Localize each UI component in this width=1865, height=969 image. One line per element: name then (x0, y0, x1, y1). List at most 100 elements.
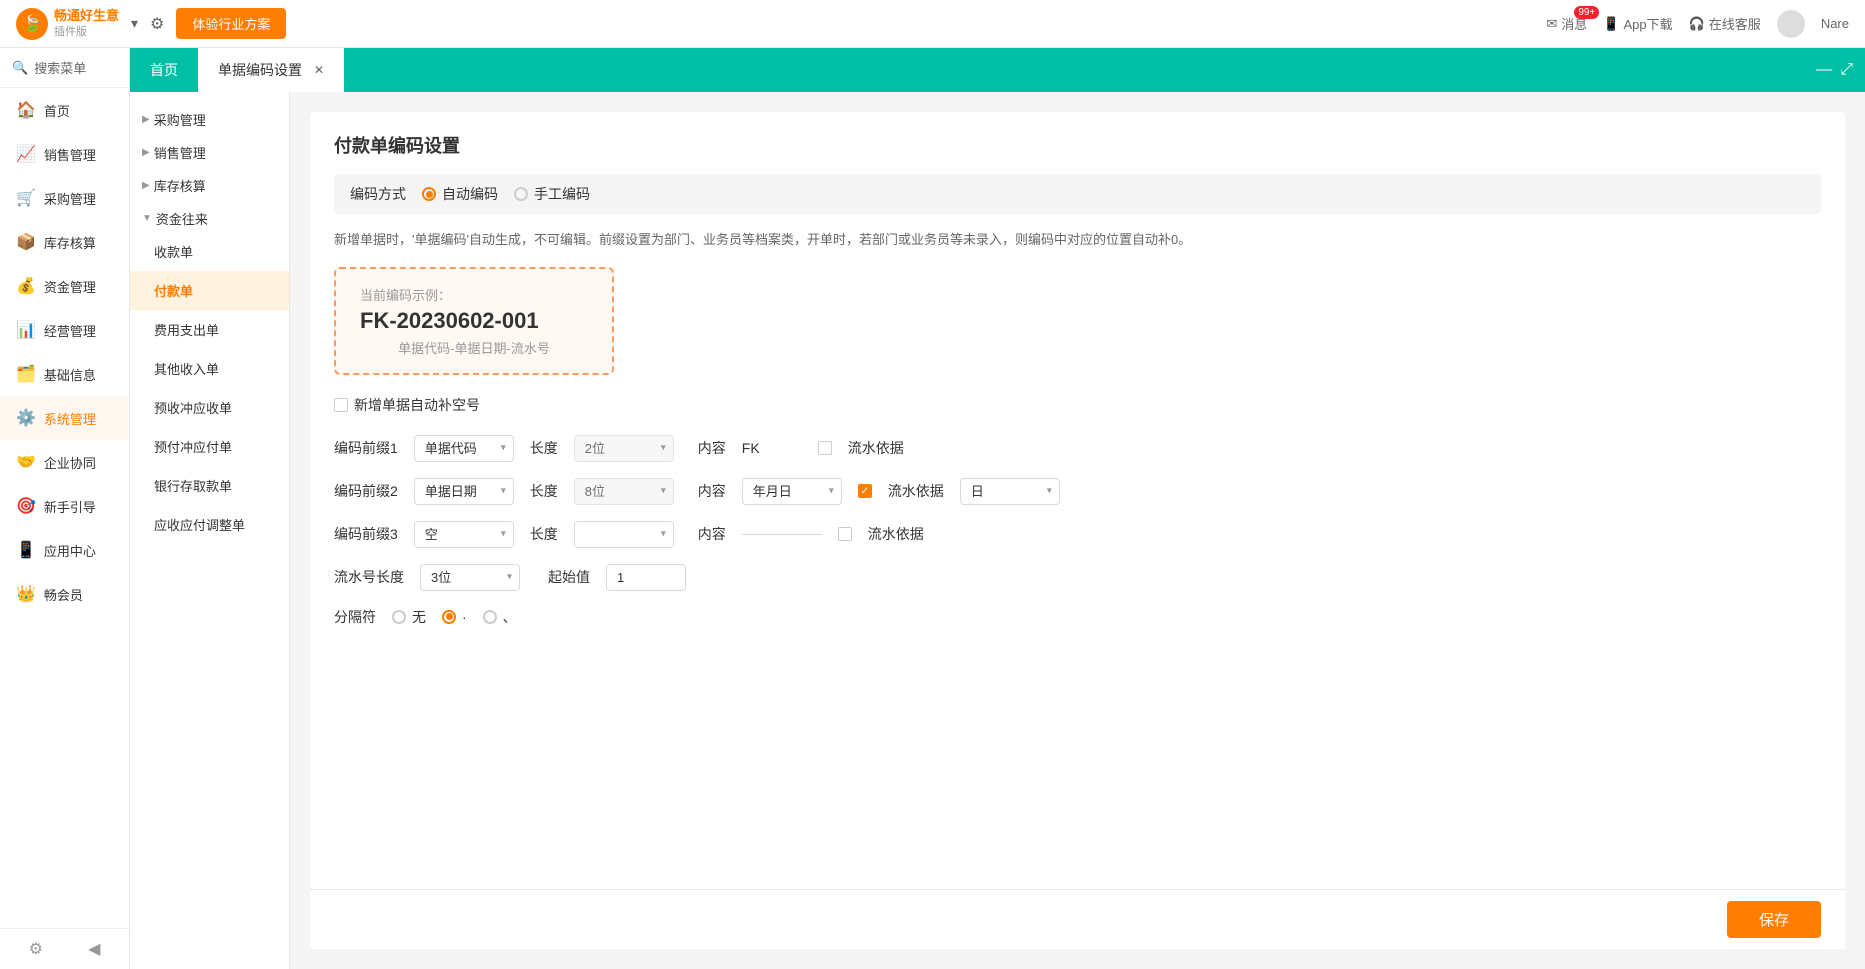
serial-start-input[interactable] (606, 564, 686, 591)
page-title: 付款单编码设置 (334, 132, 1821, 158)
user-name: Nare (1821, 16, 1849, 31)
auto-code-radio[interactable]: 自动编码 (422, 184, 498, 204)
tab-encoding[interactable]: 单据编码设置 ✕ (198, 48, 344, 92)
sidebar-item-system[interactable]: ⚙️ 系统管理 (0, 396, 129, 440)
sep-dash-radio[interactable]: 、 (483, 607, 517, 627)
sidebar-item-finance[interactable]: 💰 资金管理 (0, 264, 129, 308)
sub-item-adjust[interactable]: 应收应付调整单 (130, 505, 289, 544)
tab-home[interactable]: 首页 (130, 48, 198, 92)
search-label: 搜索菜单 (34, 58, 86, 77)
prefix3-length-select[interactable] (574, 521, 674, 548)
sub-group-purchase[interactable]: ▶ 采购管理 (130, 100, 289, 133)
sub-item-prepay-offset2-label: 预付冲应付单 (154, 437, 232, 456)
sidebar-label-enterprise: 企业协同 (44, 453, 96, 472)
sub-item-bank-label: 银行存取款单 (154, 476, 232, 495)
serial-length-row: 流水号长度 3位 ▾ 起始值 (334, 564, 1821, 591)
encoding-radio-group: 自动编码 手工编码 (422, 184, 590, 204)
content-area: 首页 单据编码设置 ✕ — ⤢ ▶ 采购管理 ▶ 销售管理 (130, 48, 1865, 969)
sub-item-prepay-offset2[interactable]: 预付冲应付单 (130, 427, 289, 466)
tab-maximize-icon[interactable]: ⤢ (1840, 61, 1853, 79)
sidebar-item-enterprise[interactable]: 🤝 企业协同 (0, 440, 129, 484)
sub-group-finance[interactable]: ▼ 资金往来 (130, 199, 289, 232)
sub-group-sales[interactable]: ▶ 销售管理 (130, 133, 289, 166)
prefix3-select-wrapper: 空 ▾ (414, 521, 514, 548)
online-service-area[interactable]: 🎧 在线客服 (1689, 14, 1761, 33)
prefix1-content-value: FK (742, 440, 802, 456)
sub-group-inventory[interactable]: ▶ 库存核算 (130, 166, 289, 199)
tab-close-icon[interactable]: ✕ (314, 63, 324, 77)
settings-bottom-icon[interactable]: ⚙ (29, 939, 43, 959)
sidebar-item-inventory[interactable]: 📦 库存核算 (0, 220, 129, 264)
sidebar-item-newbie[interactable]: 🎯 新手引导 (0, 484, 129, 528)
sep-dot-radio[interactable]: · (442, 609, 467, 625)
prefix3-select[interactable]: 空 (414, 521, 514, 548)
sidebar-item-home[interactable]: 🏠 首页 (0, 88, 129, 132)
form-panel: 付款单编码设置 编码方式 自动编码 手工编码 (310, 112, 1845, 889)
app-download-area[interactable]: 📱 App下载 (1603, 14, 1672, 33)
sidebar: 🔍 搜索菜单 🏠 首页 📈 销售管理 🛒 采购管理 📦 库存核算 💰 资金管理 … (0, 48, 130, 969)
chevron-right-icon: ▶ (142, 114, 150, 125)
prefix1-label: 编码前缀1 (334, 438, 398, 458)
serial-length-select[interactable]: 3位 (420, 564, 520, 591)
search-icon: 🔍 (12, 60, 28, 76)
sidebar-item-sales[interactable]: 📈 销售管理 (0, 132, 129, 176)
sidebar-label-purchase: 采购管理 (44, 189, 96, 208)
manual-code-radio[interactable]: 手工编码 (514, 184, 590, 204)
sub-item-prepay-offset[interactable]: 预收冲应收单 (130, 388, 289, 427)
prefix3-row: 编码前缀3 空 ▾ 长度 ▾ (334, 521, 1821, 548)
sidebar-label-finance: 资金管理 (44, 277, 96, 296)
sub-item-payment-label: 付款单 (154, 281, 193, 300)
auto-fill-checkbox[interactable] (334, 398, 348, 412)
prefix1-length-select[interactable]: 2位 (574, 435, 674, 462)
collapse-icon[interactable]: ◀ (88, 939, 100, 959)
sub-item-expense[interactable]: 费用支出单 (130, 310, 289, 349)
prefix2-select[interactable]: 单据日期 (414, 478, 514, 505)
prefix2-content-wrapper: 年月日 ▾ (742, 478, 842, 505)
sub-item-receipt[interactable]: 收款单 (130, 232, 289, 271)
logo-icon: 🍃 (16, 8, 48, 40)
serial-length-label: 流水号长度 (334, 567, 404, 587)
sub-sidebar: ▶ 采购管理 ▶ 销售管理 ▶ 库存核算 ▼ 资金往来 收款单 (130, 92, 290, 969)
sidebar-item-member[interactable]: 👑 畅会员 (0, 572, 129, 616)
prefix1-length-label: 长度 (530, 438, 558, 458)
prefix2-period-select[interactable]: 日 (960, 478, 1060, 505)
sidebar-item-apps[interactable]: 📱 应用中心 (0, 528, 129, 572)
home-icon: 🏠 (16, 100, 36, 120)
system-icon: ⚙️ (16, 408, 36, 428)
tab-minimize-icon[interactable]: — (1816, 61, 1832, 79)
prefix2-length-wrapper: 8位 ▾ (574, 478, 674, 505)
settings-icon-top[interactable]: ⚙ (150, 14, 164, 34)
serial-start-label: 起始值 (548, 567, 590, 587)
message-area[interactable]: ✉ 消息 99+ (1546, 14, 1587, 33)
sidebar-search[interactable]: 🔍 搜索菜单 (0, 48, 129, 88)
prefix3-serial-checkbox[interactable] (838, 527, 852, 541)
tab-encoding-label: 单据编码设置 (218, 60, 302, 80)
prefix2-content-select[interactable]: 年月日 (742, 478, 842, 505)
sub-item-bank[interactable]: 银行存取款单 (130, 466, 289, 505)
prefix2-length-select[interactable]: 8位 (574, 478, 674, 505)
prefix1-row: 编码前缀1 单据代码 ▾ 长度 2位 ▾ (334, 435, 1821, 462)
save-button[interactable]: 保存 (1727, 901, 1821, 938)
sidebar-label-inventory: 库存核算 (44, 233, 96, 252)
sidebar-item-basic[interactable]: 🗂️ 基础信息 (0, 352, 129, 396)
sub-item-payment[interactable]: 付款单 (130, 271, 289, 310)
sidebar-label-newbie: 新手引导 (44, 497, 96, 516)
prefix2-period-wrapper: 日 ▾ (960, 478, 1060, 505)
prefix1-serial-checkbox[interactable] (818, 441, 832, 455)
sidebar-item-operations[interactable]: 📊 经营管理 (0, 308, 129, 352)
prefix2-serial-checkbox[interactable]: ✓ (858, 484, 872, 498)
prefix1-select[interactable]: 单据代码 (414, 435, 514, 462)
sub-group-purchase-label: 采购管理 (154, 110, 206, 129)
user-avatar[interactable] (1777, 10, 1805, 38)
preview-desc: 单据代码-单据日期-流水号 (360, 338, 588, 357)
prefix2-serial-label: 流水依据 (888, 481, 944, 501)
sep-none-radio[interactable]: 无 (392, 607, 426, 627)
sidebar-item-purchase[interactable]: 🛒 采购管理 (0, 176, 129, 220)
page-content: 付款单编码设置 编码方式 自动编码 手工编码 (290, 92, 1865, 969)
sub-item-other-income[interactable]: 其他收入单 (130, 349, 289, 388)
sep-none-label: 无 (412, 607, 426, 627)
nav-dropdown-arrow[interactable]: ▾ (131, 15, 138, 32)
trial-button[interactable]: 体验行业方案 (176, 8, 286, 39)
preview-code: FK-20230602-001 (360, 308, 588, 334)
main-layout: 🔍 搜索菜单 🏠 首页 📈 销售管理 🛒 采购管理 📦 库存核算 💰 资金管理 … (0, 48, 1865, 969)
